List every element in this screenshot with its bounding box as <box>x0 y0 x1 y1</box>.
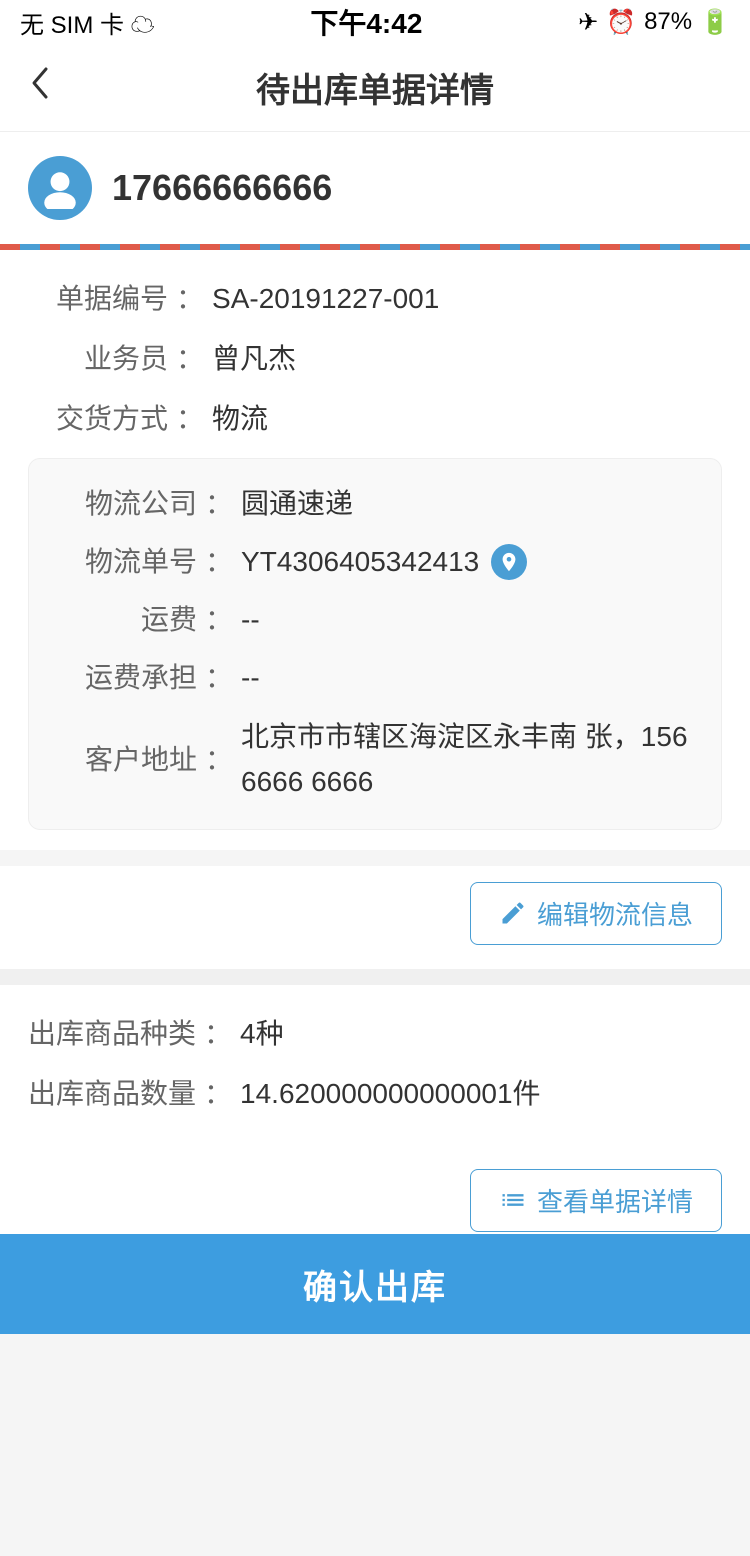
back-button[interactable] <box>28 65 52 110</box>
goods-type-row: 出库商品种类 ： 4种 <box>28 1013 722 1055</box>
goods-qty-label: 出库商品数量 <box>28 1073 196 1115</box>
order-no-label: 单据编号 <box>28 278 168 320</box>
battery-level: 87% <box>644 8 692 36</box>
status-left: 无 SIM 卡 ☁ <box>20 5 155 40</box>
logistics-company-row: 物流公司 ： 圆通速递 <box>57 483 693 525</box>
delivery-value: 物流 <box>212 398 722 440</box>
status-right: ✈ ⏰ 87% 🔋 <box>578 8 730 37</box>
address-label: 客户地址 <box>57 739 197 781</box>
location-status: ✈ <box>578 8 598 37</box>
freight-value: -- <box>241 599 693 641</box>
logistics-tracking-value: YT43064053424​13 <box>241 541 479 583</box>
freight-bearer-label: 运费承担 <box>57 657 197 699</box>
avatar <box>28 156 92 220</box>
logistics-tracking-label: 物流单号 <box>57 541 197 583</box>
goods-type-label: 出库商品种类 <box>28 1013 196 1055</box>
status-bar: 无 SIM 卡 ☁ 下午4:42 ✈ ⏰ 87% 🔋 <box>0 0 750 44</box>
salesman-value: 曾凡杰 <box>212 338 722 380</box>
sim-status: 无 SIM 卡 ☁ <box>20 5 155 40</box>
logistics-tracking-container: YT43064053424​13 <box>241 541 527 583</box>
logistics-company-label: 物流公司 <box>57 483 197 525</box>
confirm-button-label: 确认出库 <box>303 1260 447 1309</box>
salesman-label: 业务员 <box>28 338 168 380</box>
page-title: 待出库单据详情 <box>256 63 494 112</box>
nav-bar: 待出库单据详情 <box>0 44 750 132</box>
view-detail-button[interactable]: 查看单据详情 <box>470 1169 722 1232</box>
order-no-row: 单据编号 ： SA-20191227-001 <box>28 278 722 320</box>
goods-type-value: 4种 <box>240 1013 284 1055</box>
battery-icon: 🔋 <box>700 8 730 37</box>
logistics-tracking-row: 物流单号 ： YT43064053424​13 <box>57 541 693 583</box>
track-location-button[interactable] <box>491 544 527 580</box>
delivery-row: 交货方式 ： 物流 <box>28 398 722 440</box>
salesman-row: 业务员 ： 曾凡杰 <box>28 338 722 380</box>
confirm-button[interactable]: 确认出库 <box>0 1234 750 1334</box>
goods-qty-value: 14.620000000000001件 <box>240 1073 541 1115</box>
address-value: 北京市市辖区海淀区永丰南 张，156 6666 6666 <box>241 715 693 805</box>
freight-row: 运费 ： -- <box>57 599 693 641</box>
section-divider <box>0 969 750 985</box>
order-no-value: SA-20191227-001 <box>212 278 722 320</box>
freight-label: 运费 <box>57 599 197 641</box>
alarm-status: ⏰ <box>606 8 636 37</box>
edit-logistics-button[interactable]: 编辑物流信息 <box>470 882 722 945</box>
logistics-company-value: 圆通速递 <box>241 483 693 525</box>
edit-logistics-label: 编辑物流信息 <box>537 895 693 932</box>
delivery-label: 交货方式 <box>28 398 168 440</box>
customer-header: 17666666666 <box>0 132 750 244</box>
customer-phone: 17666666666 <box>112 167 332 209</box>
order-info-section: 单据编号 ： SA-20191227-001 业务员 ： 曾凡杰 交货方式 ： … <box>0 250 750 850</box>
logistics-card: 物流公司 ： 圆通速递 物流单号 ： YT43064053424​13 运费 <box>28 458 722 830</box>
address-row: 客户地址 ： 北京市市辖区海淀区永丰南 张，156 6666 6666 <box>57 715 693 805</box>
freight-bearer-value: -- <box>241 657 693 699</box>
status-time: 下午4:42 <box>310 2 422 42</box>
freight-bearer-row: 运费承担 ： -- <box>57 657 693 699</box>
view-detail-label: 查看单据详情 <box>537 1182 693 1219</box>
goods-section: 出库商品种类 ： 4种 出库商品数量 ： 14.620000000000001件 <box>0 985 750 1153</box>
goods-qty-row: 出库商品数量 ： 14.620000000000001件 <box>28 1073 722 1115</box>
edit-btn-row: 编辑物流信息 <box>0 866 750 969</box>
